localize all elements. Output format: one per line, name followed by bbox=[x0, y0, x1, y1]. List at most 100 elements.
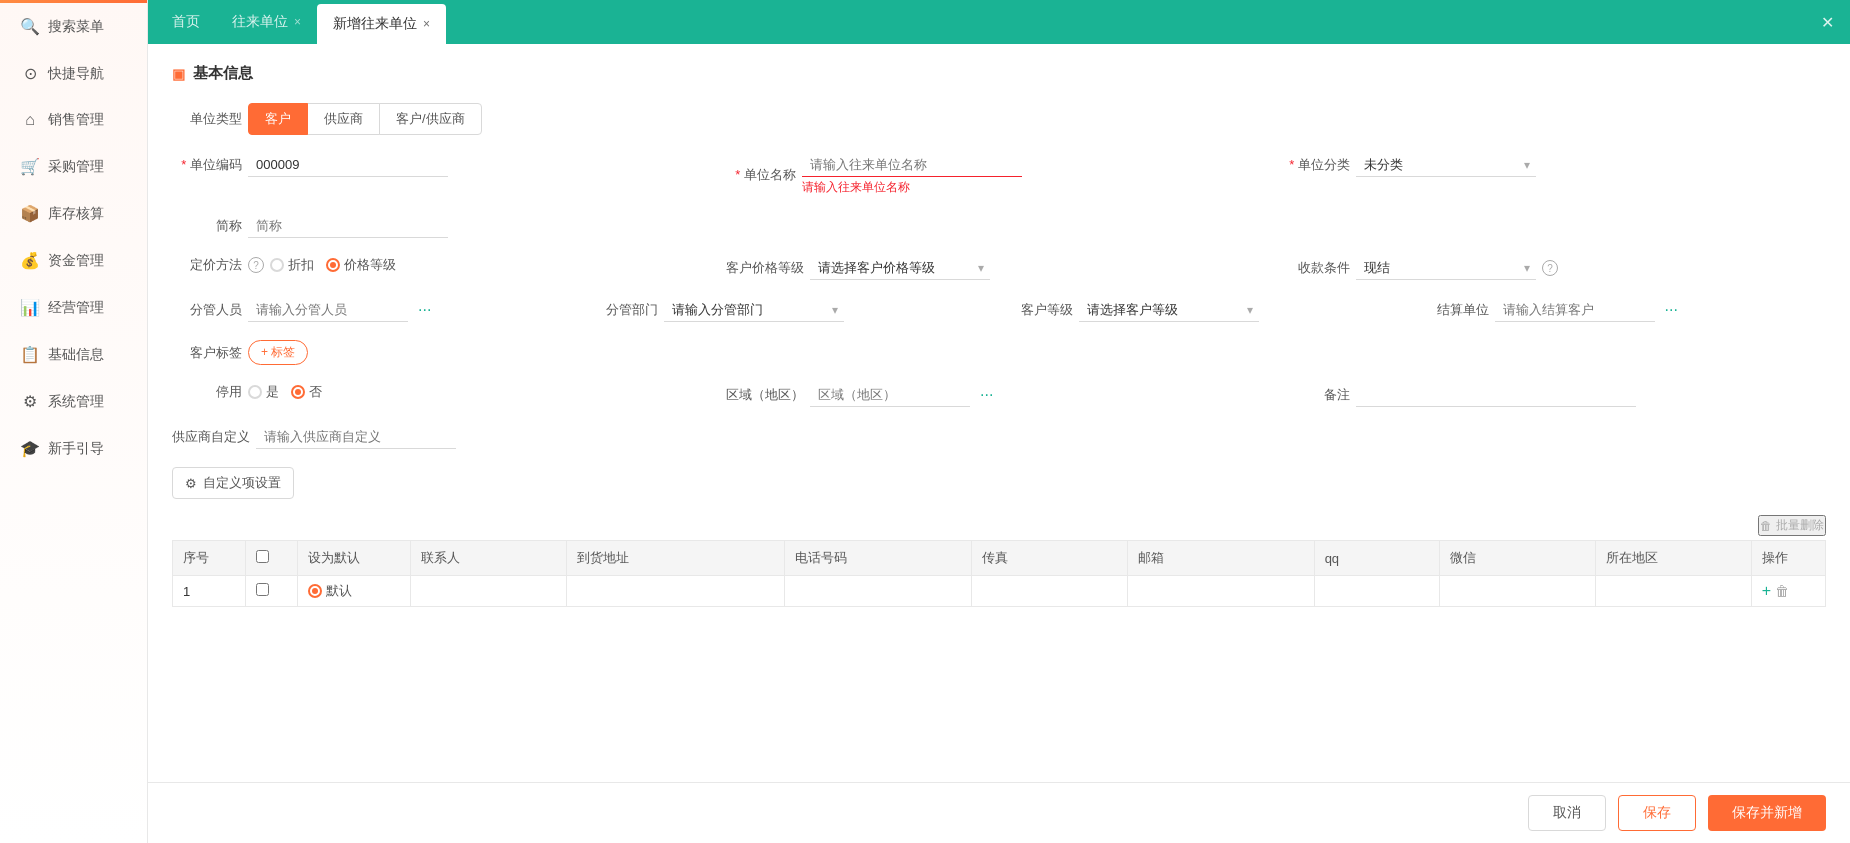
sidebar-item-basic[interactable]: 📋 基础信息 bbox=[4, 333, 143, 376]
cell-qq bbox=[1314, 576, 1439, 607]
price-level-label: 客户价格等级 bbox=[726, 259, 804, 277]
sidebar-item-label: 资金管理 bbox=[48, 252, 104, 270]
phone-input[interactable] bbox=[795, 584, 895, 599]
customer-level-select[interactable]: 请选择客户等级 bbox=[1079, 298, 1259, 322]
price-level-select-wrapper: 请选择客户价格等级 bbox=[810, 256, 990, 280]
price-level-select[interactable]: 请选择客户价格等级 bbox=[810, 256, 990, 280]
batch-delete-button[interactable]: 🗑 批量删除 bbox=[1758, 515, 1826, 536]
pricing-radio-level[interactable]: 价格等级 bbox=[326, 256, 396, 274]
disabled-radio-no[interactable]: 否 bbox=[291, 383, 322, 401]
shortname-label: 简称 bbox=[172, 217, 242, 235]
add-tag-button[interactable]: + 标签 bbox=[248, 340, 308, 365]
guide-icon: 🎓 bbox=[20, 439, 40, 458]
pricing-method-label: 定价方法 bbox=[172, 256, 242, 274]
manager-field: 分管人员 ··· bbox=[172, 298, 580, 322]
manager-more-icon[interactable]: ··· bbox=[414, 301, 435, 319]
region-table-input[interactable] bbox=[1606, 584, 1686, 599]
sidebar-item-inventory[interactable]: 📦 库存核算 bbox=[4, 192, 143, 235]
manager-input[interactable] bbox=[248, 298, 408, 322]
sidebar-item-system[interactable]: ⚙ 系统管理 bbox=[4, 380, 143, 423]
region-field: 区域（地区） ··· bbox=[726, 383, 1272, 407]
trash-icon: 🗑 bbox=[1760, 519, 1772, 533]
tab-home[interactable]: 首页 bbox=[156, 0, 216, 44]
default-radio-circle bbox=[308, 584, 322, 598]
address-input[interactable] bbox=[577, 584, 697, 599]
tab-bar: 首页 往来单位 × 新增往来单位 × ✕ bbox=[148, 0, 1850, 44]
default-radio[interactable]: 默认 bbox=[308, 582, 400, 600]
table-row: 1 默认 bbox=[173, 576, 1826, 607]
form-container: ▣ 基本信息 单位类型 客户 供应商 客户/供应商 单位编码 单 bbox=[148, 44, 1850, 782]
discount-label: 折扣 bbox=[288, 256, 314, 274]
settlement-input[interactable] bbox=[1495, 298, 1655, 322]
add-row-button[interactable]: + bbox=[1762, 582, 1771, 600]
cell-seq: 1 bbox=[173, 576, 246, 607]
sidebar-item-sales[interactable]: ⌂ 销售管理 bbox=[4, 99, 143, 141]
supplier-custom-label: 供应商自定义 bbox=[172, 428, 250, 446]
category-select[interactable]: 未分类 bbox=[1356, 153, 1536, 177]
name-input[interactable] bbox=[802, 153, 1022, 177]
fax-input[interactable] bbox=[982, 584, 1062, 599]
customer-level-label: 客户等级 bbox=[1003, 301, 1073, 319]
email-input[interactable] bbox=[1138, 584, 1238, 599]
code-input[interactable] bbox=[248, 153, 448, 177]
sidebar-item-search[interactable]: 🔍 搜索菜单 bbox=[4, 5, 143, 48]
category-select-wrapper: 未分类 bbox=[1356, 153, 1536, 177]
tab-new-partner-close[interactable]: × bbox=[423, 17, 430, 31]
category-field: 单位分类 未分类 bbox=[1280, 153, 1826, 177]
sidebar-item-quicknav[interactable]: ⊙ 快捷导航 bbox=[4, 52, 143, 95]
type-btn-customer[interactable]: 客户 bbox=[248, 103, 308, 135]
cancel-button[interactable]: 取消 bbox=[1528, 795, 1606, 831]
payment-terms-select-wrapper: 现结 bbox=[1356, 256, 1536, 280]
settlement-field: 结算单位 ··· bbox=[1419, 298, 1827, 322]
finance-icon: 💰 bbox=[20, 251, 40, 270]
cell-region bbox=[1595, 576, 1751, 607]
tab-new-partner[interactable]: 新增往来单位 × bbox=[317, 4, 446, 44]
tab-partners-close[interactable]: × bbox=[294, 15, 301, 29]
tab-partners[interactable]: 往来单位 × bbox=[216, 0, 317, 44]
type-btn-both[interactable]: 客户/供应商 bbox=[379, 103, 482, 135]
unit-type-buttons: 客户 供应商 客户/供应商 bbox=[248, 103, 482, 135]
settlement-more-icon[interactable]: ··· bbox=[1661, 301, 1682, 319]
cell-actions: + 🗑 bbox=[1751, 576, 1825, 607]
remark-input[interactable] bbox=[1356, 383, 1636, 407]
qq-input[interactable] bbox=[1325, 584, 1385, 599]
payment-terms-select[interactable]: 现结 bbox=[1356, 256, 1536, 280]
region-more-icon[interactable]: ··· bbox=[976, 386, 997, 404]
sidebar-item-label: 快捷导航 bbox=[48, 65, 104, 83]
sidebar-item-purchase[interactable]: 🛒 采购管理 bbox=[4, 145, 143, 188]
col-fax: 传真 bbox=[971, 541, 1127, 576]
wechat-input[interactable] bbox=[1450, 584, 1530, 599]
type-btn-supplier[interactable]: 供应商 bbox=[307, 103, 380, 135]
sidebar-item-operations[interactable]: 📊 经营管理 bbox=[4, 286, 143, 329]
payment-help-icon[interactable]: ? bbox=[1542, 260, 1558, 276]
batch-delete-area: 🗑 批量删除 bbox=[172, 515, 1826, 536]
pricing-help-icon[interactable]: ? bbox=[248, 257, 264, 273]
save-and-new-button[interactable]: 保存并新增 bbox=[1708, 795, 1826, 831]
region-input[interactable] bbox=[810, 383, 970, 407]
sidebar-item-label: 采购管理 bbox=[48, 158, 104, 176]
department-select[interactable]: 请输入分管部门 bbox=[664, 298, 844, 322]
row-checkbox[interactable] bbox=[256, 583, 269, 596]
sidebar-item-label: 新手引导 bbox=[48, 440, 104, 458]
custom-settings-button[interactable]: ⚙ 自定义项设置 bbox=[172, 467, 294, 499]
code-label: 单位编码 bbox=[172, 156, 242, 174]
section-title: ▣ 基本信息 bbox=[172, 64, 1826, 83]
delete-row-button[interactable]: 🗑 bbox=[1775, 583, 1789, 599]
save-button[interactable]: 保存 bbox=[1618, 795, 1696, 831]
shortname-input[interactable] bbox=[248, 214, 448, 238]
close-all-tabs[interactable]: ✕ bbox=[1813, 13, 1842, 32]
department-select-wrapper: 请输入分管部门 bbox=[664, 298, 844, 322]
sidebar-item-finance[interactable]: 💰 资金管理 bbox=[4, 239, 143, 282]
sidebar-item-guide[interactable]: 🎓 新手引导 bbox=[4, 427, 143, 470]
pricing-radio-discount[interactable]: 折扣 bbox=[270, 256, 314, 274]
sidebar-item-label: 经营管理 bbox=[48, 299, 104, 317]
select-all-checkbox[interactable] bbox=[256, 550, 269, 563]
supplier-custom-input[interactable] bbox=[256, 425, 456, 449]
system-icon: ⚙ bbox=[20, 392, 40, 411]
col-qq: qq bbox=[1314, 541, 1439, 576]
cell-phone bbox=[784, 576, 971, 607]
disabled-radio-yes[interactable]: 是 bbox=[248, 383, 279, 401]
contact-input[interactable] bbox=[421, 584, 501, 599]
contacts-table: 序号 设为默认 联系人 到货地址 电话号码 传真 邮箱 qq 微信 所在地区 操… bbox=[172, 540, 1826, 607]
disabled-yes-circle bbox=[248, 385, 262, 399]
